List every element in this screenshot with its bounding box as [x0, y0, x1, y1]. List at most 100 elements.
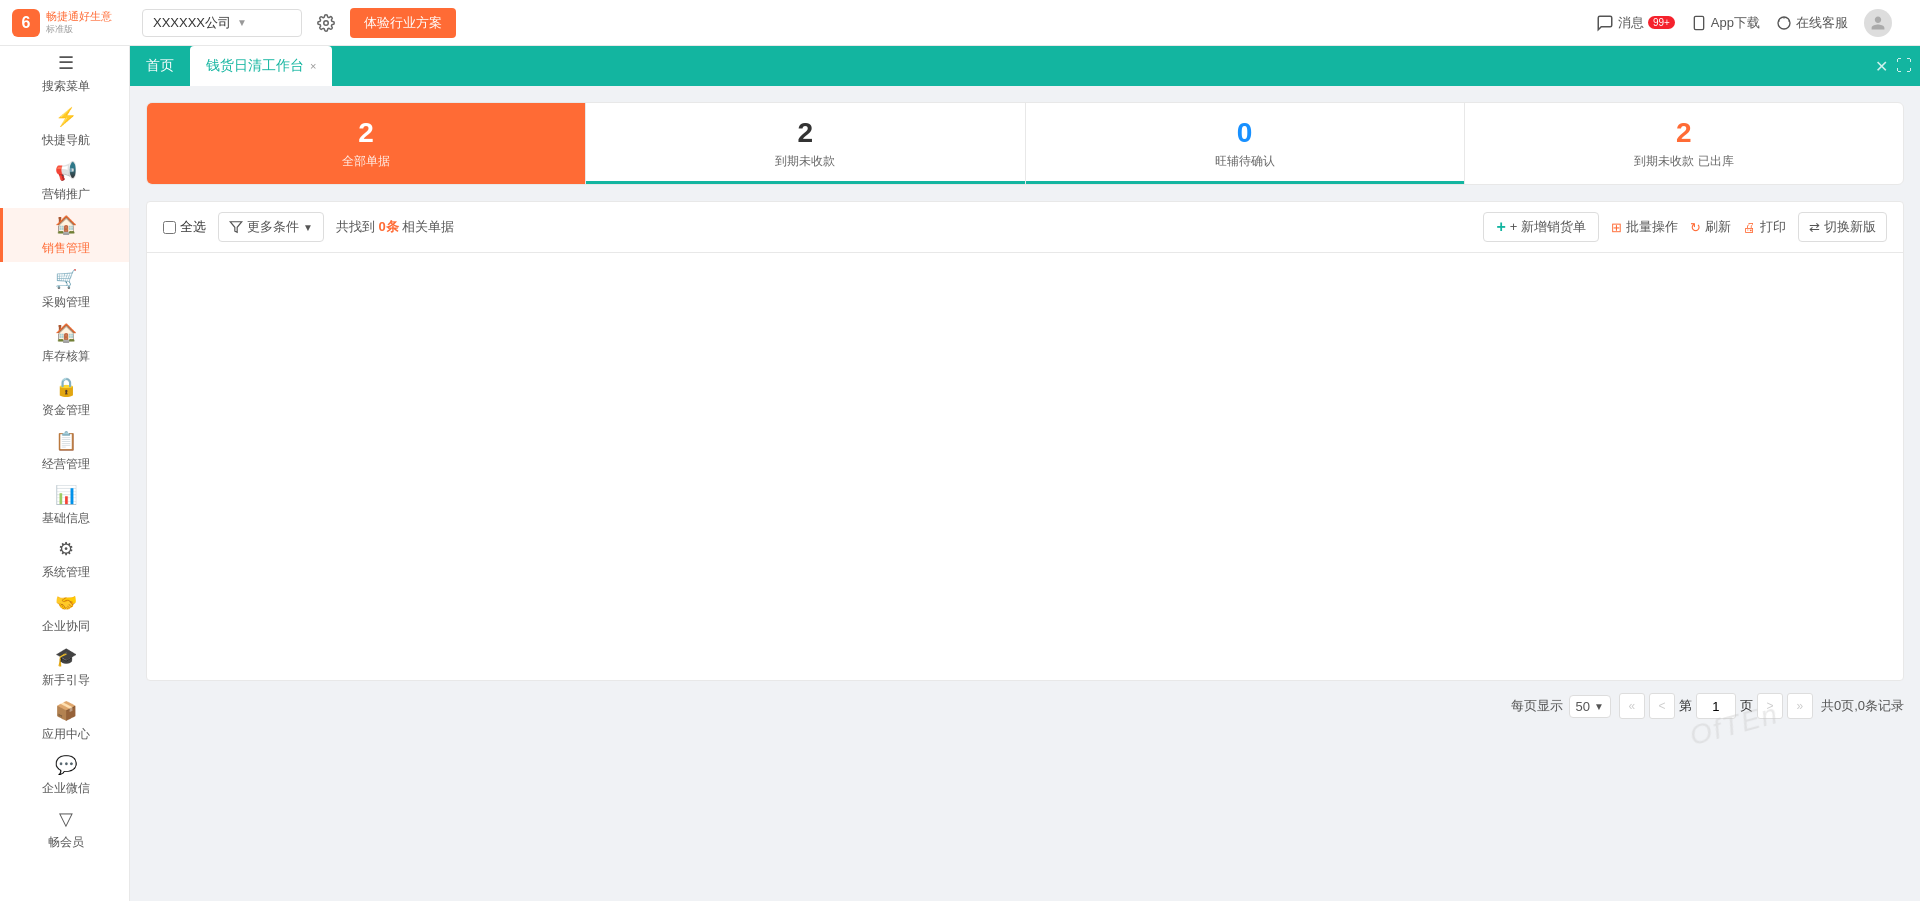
company-name: XXXXXX公司	[153, 14, 231, 32]
batch-operations-btn[interactable]: ⊞ 批量操作	[1611, 218, 1678, 236]
sidebar-item-inventory[interactable]: 🏠 库存核算	[0, 316, 129, 370]
page-suffix: 页	[1740, 697, 1753, 715]
online-service-btn[interactable]: 在线客服	[1776, 14, 1848, 32]
prev-page-btn[interactable]: <	[1649, 693, 1675, 719]
sidebar-label-purchase: 采购管理	[42, 294, 90, 311]
avatar[interactable]	[1864, 9, 1892, 37]
logo-area: 6 畅捷通好生意 标准版	[12, 9, 142, 37]
sidebar-label-enterprise: 企业协同	[42, 618, 90, 635]
logo-text-group: 畅捷通好生意 标准版	[46, 9, 112, 36]
sidebar-label-finance: 资金管理	[42, 402, 90, 419]
stat-card-overdue[interactable]: 2 到期未收款	[586, 103, 1025, 184]
page-input[interactable]	[1696, 693, 1736, 719]
svg-rect-1	[1694, 16, 1703, 29]
stat-card-all[interactable]: 2 全部单据	[147, 103, 586, 184]
sidebar-item-sales[interactable]: 🏠 销售管理	[0, 208, 129, 262]
svg-point-0	[324, 20, 329, 25]
per-page-select[interactable]: 50 ▼	[1569, 695, 1611, 718]
page-nav: « < 第 页 > »	[1619, 693, 1813, 719]
logo-text: 畅捷通好生意	[46, 9, 112, 23]
page-label: 第	[1679, 697, 1692, 715]
sidebar-label-base-info: 基础信息	[42, 510, 90, 527]
checkbox-all-input[interactable]	[163, 221, 176, 234]
sidebar-item-enterprise-wechat[interactable]: 💬 企业微信	[0, 748, 129, 802]
sidebar-item-marketing[interactable]: 📢 营销推广	[0, 154, 129, 208]
sidebar-label-app-center: 应用中心	[42, 726, 90, 743]
sidebar-item-enterprise[interactable]: 🤝 企业协同	[0, 586, 129, 640]
print-btn[interactable]: 🖨 打印	[1743, 218, 1786, 236]
switch-icon: ⇄	[1809, 220, 1820, 235]
sidebar-item-search[interactable]: ☰ 搜索菜单	[0, 46, 129, 100]
add-btn-label: + 新增销货单	[1510, 218, 1586, 236]
sidebar-item-system[interactable]: ⚙ 系统管理	[0, 532, 129, 586]
total-text: 共0页,0条记录	[1821, 697, 1904, 715]
print-icon: 🖨	[1743, 220, 1756, 235]
tab-minimize-icon[interactable]: ✕	[1875, 57, 1888, 76]
sidebar-item-finance[interactable]: 🔒 资金管理	[0, 370, 129, 424]
industry-btn[interactable]: 体验行业方案	[350, 8, 456, 38]
plus-icon: +	[1496, 218, 1505, 236]
print-label: 打印	[1760, 218, 1786, 236]
prev-page-icon: <	[1658, 699, 1665, 713]
select-all-checkbox[interactable]: 全选	[163, 218, 206, 236]
sales-icon: 🏠	[55, 214, 77, 236]
refresh-btn[interactable]: ↻ 刷新	[1690, 218, 1731, 236]
tab-maximize-icon[interactable]: ⛶	[1896, 57, 1912, 75]
sidebar-label-operations: 经营管理	[42, 456, 90, 473]
sidebar-item-quick-nav[interactable]: ⚡ 快捷导航	[0, 100, 129, 154]
stat-label-overdue: 到期未收款	[606, 153, 1004, 170]
sidebar-item-operations[interactable]: 📋 经营管理	[0, 424, 129, 478]
finance-icon: 🔒	[55, 376, 77, 398]
tab-cash-flow[interactable]: 钱货日清工作台 ×	[190, 46, 332, 86]
toolbar: 全选 更多条件 ▼ 共找到 0条 相关单据 + + 新增销货单	[147, 202, 1903, 253]
stat-label-unshipped: 到期未收款 已出库	[1485, 153, 1883, 170]
first-page-btn[interactable]: «	[1619, 693, 1645, 719]
stat-card-unshipped[interactable]: 2 到期未收款 已出库	[1465, 103, 1903, 184]
sidebar: ☰ 搜索菜单 ⚡ 快捷导航 📢 营销推广 🏠 销售管理 🛒 采购管理 🏠 库存核…	[0, 0, 130, 901]
sidebar-label-quick-nav: 快捷导航	[42, 132, 90, 149]
last-page-btn[interactable]: »	[1787, 693, 1813, 719]
company-selector[interactable]: XXXXXX公司 ▼	[142, 9, 302, 37]
inventory-icon: 🏠	[55, 322, 77, 344]
search-menu-icon: ☰	[58, 52, 74, 74]
batch-label: 批量操作	[1626, 218, 1678, 236]
header-right: 消息 99+ App下载 在线客服	[1596, 9, 1908, 37]
sidebar-label-inventory: 库存核算	[42, 348, 90, 365]
main-content: 2 全部单据 2 到期未收款 0 旺辅待确认 2 到期未收款 已出库 全选	[130, 86, 1920, 901]
base-info-icon: 📊	[55, 484, 77, 506]
last-page-icon: »	[1797, 699, 1804, 713]
switch-version-btn[interactable]: ⇄ 切换新版	[1798, 212, 1887, 242]
sidebar-label-sales: 销售管理	[42, 240, 90, 257]
nav-tabs-right: ✕ ⛶	[1875, 57, 1920, 76]
app-center-icon: 📦	[55, 700, 77, 722]
filter-icon	[229, 220, 243, 234]
stat-card-wangpu[interactable]: 0 旺辅待确认	[1026, 103, 1465, 184]
stat-label-all: 全部单据	[167, 153, 565, 170]
stat-number-wangpu: 0	[1046, 117, 1444, 149]
filter-btn[interactable]: 更多条件 ▼	[218, 212, 324, 242]
sidebar-label-system: 系统管理	[42, 564, 90, 581]
chevron-down-icon: ▼	[237, 17, 247, 28]
sidebar-label-marketing: 营销推广	[42, 186, 90, 203]
member-icon: ▽	[59, 808, 73, 830]
app-download-btn[interactable]: App下载	[1691, 14, 1760, 32]
table-area: 全选 更多条件 ▼ 共找到 0条 相关单据 + + 新增销货单	[146, 201, 1904, 681]
sidebar-item-guide[interactable]: 🎓 新手引导	[0, 640, 129, 694]
tab-home[interactable]: 首页	[130, 46, 190, 86]
stat-number-unshipped: 2	[1485, 117, 1883, 149]
add-sales-order-btn[interactable]: + + 新增销货单	[1483, 212, 1599, 242]
sidebar-item-member[interactable]: ▽ 畅会员	[0, 802, 129, 856]
sidebar-item-app-center[interactable]: 📦 应用中心	[0, 694, 129, 748]
marketing-icon: 📢	[55, 160, 77, 182]
settings-button[interactable]	[310, 7, 342, 39]
sidebar-item-base-info[interactable]: 📊 基础信息	[0, 478, 129, 532]
next-page-btn[interactable]: >	[1757, 693, 1783, 719]
sidebar-item-purchase[interactable]: 🛒 采购管理	[0, 262, 129, 316]
per-page: 每页显示 50 ▼	[1511, 695, 1611, 718]
message-badge: 99+	[1648, 16, 1675, 29]
stats-row: 2 全部单据 2 到期未收款 0 旺辅待确认 2 到期未收款 已出库	[146, 102, 1904, 185]
close-tab-icon[interactable]: ×	[310, 60, 316, 72]
toolbar-right: + + 新增销货单 ⊞ 批量操作 ↻ 刷新 🖨 打印 ⇄ 切换新版	[1483, 212, 1887, 242]
message-btn[interactable]: 消息 99+	[1596, 14, 1675, 32]
refresh-icon: ↻	[1690, 220, 1701, 235]
